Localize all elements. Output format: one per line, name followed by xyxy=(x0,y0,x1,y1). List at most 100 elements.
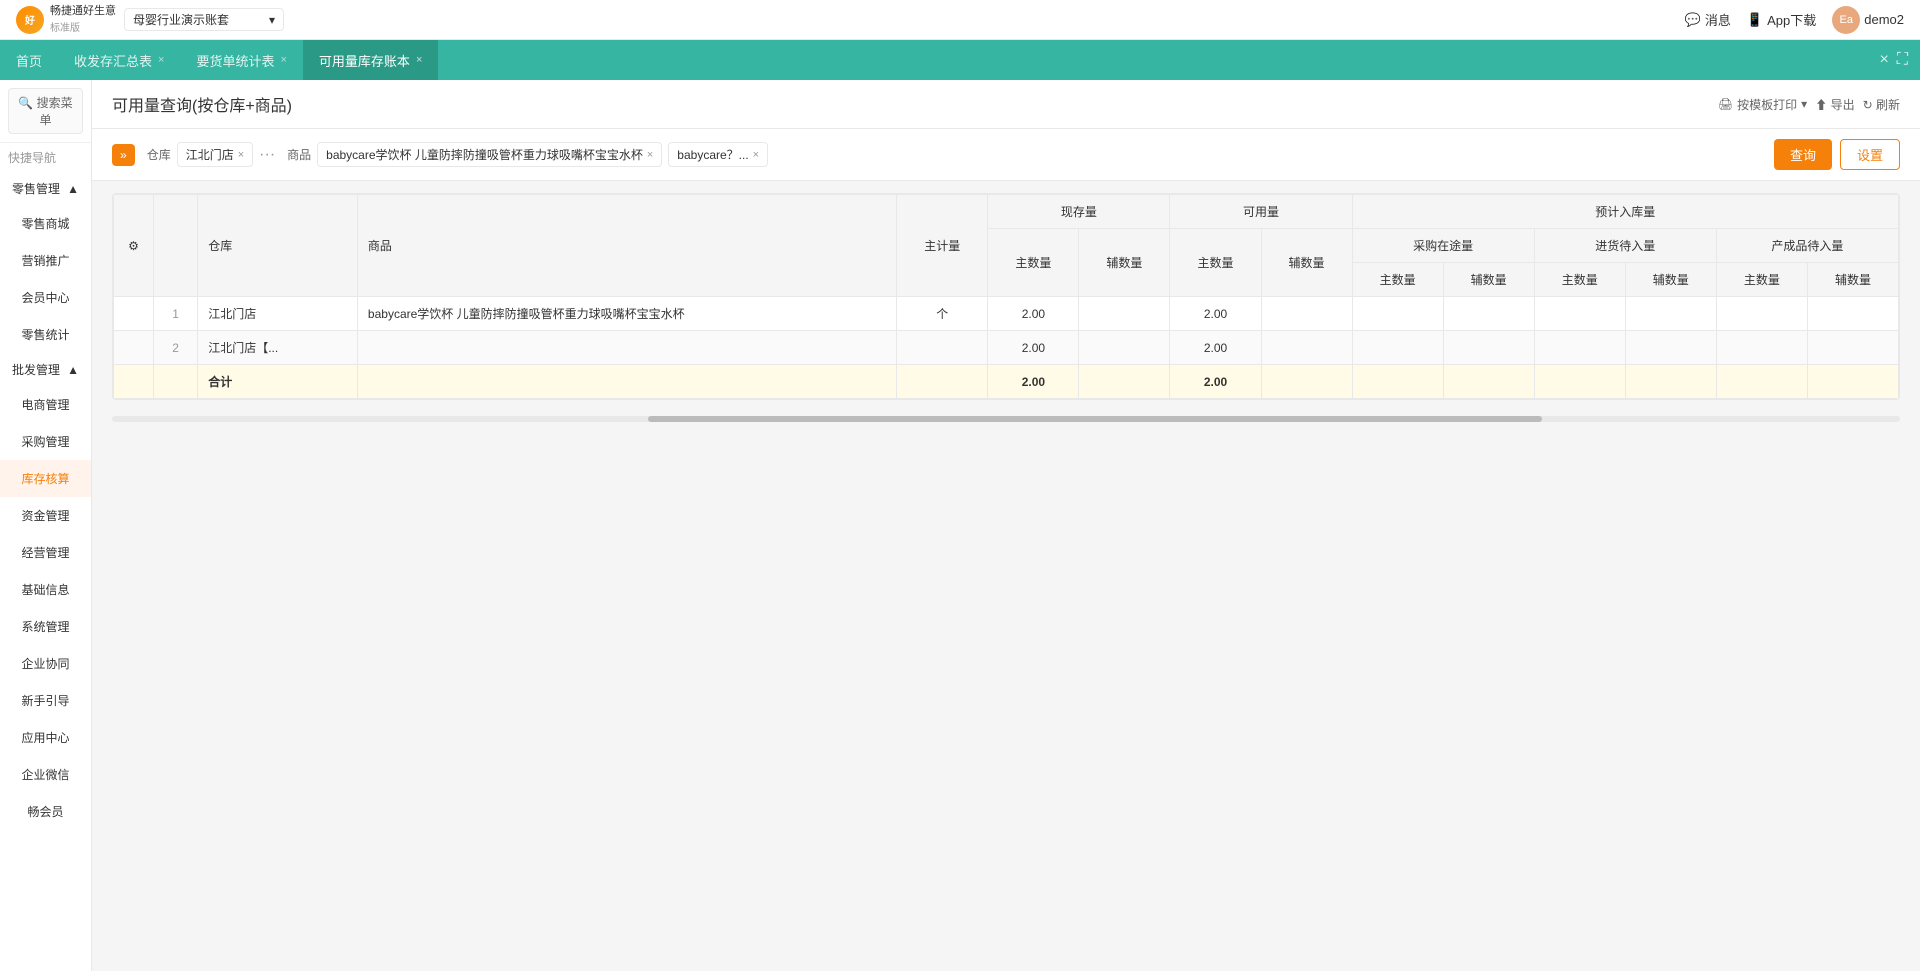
tab-close-order-stats[interactable]: × xyxy=(280,54,286,66)
sidebar-item-retail-mall[interactable]: 零售商城 xyxy=(0,205,91,242)
tab-expand-btn[interactable]: ⛶ xyxy=(1897,51,1908,69)
cell-avail-aux-1 xyxy=(1261,297,1352,331)
cell-proc-aux-2 xyxy=(1443,331,1534,365)
product-tag1-close[interactable]: × xyxy=(647,149,653,161)
th-warehouse: 仓库 xyxy=(198,195,358,297)
table-container: ⚙ 仓库 商品 主计量 现存量 可用量 预计入库量 主数量 辅数量 主数量 辅数… xyxy=(112,193,1900,400)
sidebar-item-system-mgmt[interactable]: 系统管理 xyxy=(0,608,91,645)
sidebar-item-retail-stats[interactable]: 零售统计 xyxy=(0,316,91,353)
settings-btn[interactable]: 设置 xyxy=(1840,139,1900,170)
tab-order-stats[interactable]: 要货单统计表 × xyxy=(180,40,302,80)
sidebar-item-inventory-check[interactable]: 库存核算 xyxy=(0,460,91,497)
th-available: 可用量 xyxy=(1170,195,1352,229)
sidebar-item-member-center[interactable]: 会员中心 xyxy=(0,279,91,316)
tab-close-available-stock[interactable]: × xyxy=(416,54,422,66)
query-btn[interactable]: 查询 xyxy=(1774,139,1832,170)
tab-close-receive-summary[interactable]: × xyxy=(158,54,164,66)
export-btn[interactable]: ⬆ 导出 xyxy=(1815,96,1854,113)
product-filter-label: 商品 xyxy=(287,146,311,163)
cell-unit-2 xyxy=(897,331,988,365)
refresh-btn[interactable]: ↻ 刷新 xyxy=(1863,96,1900,113)
filter-expand-btn[interactable]: » xyxy=(112,144,135,166)
tab-receive-summary[interactable]: 收发存汇总表 × xyxy=(58,40,180,80)
th-purch-aux: 辅数量 xyxy=(1625,263,1716,297)
cell-rownum-1: 1 xyxy=(154,297,198,331)
footer-label: 合计 xyxy=(198,365,358,399)
sidebar-item-purchase-mgmt[interactable]: 采购管理 xyxy=(0,423,91,460)
tab-bar: 首页 收发存汇总表 × 要货单统计表 × 可用量库存账本 × × ⛶ xyxy=(0,40,1920,80)
warehouse-tag-close[interactable]: × xyxy=(238,149,244,161)
sidebar-item-enterprise-wechat[interactable]: 企业微信 xyxy=(0,756,91,793)
cell-proc-aux-1 xyxy=(1443,297,1534,331)
top-bar: 好 畅捷通好生意 标准版 母婴行业演示账套 ▾ 💬 消息 📱 App下载 Ea … xyxy=(0,0,1920,40)
chevron-icon-2: ▲ xyxy=(67,363,79,377)
app-download-btn[interactable]: 📱 App下载 xyxy=(1747,10,1816,29)
product-tag2-close[interactable]: × xyxy=(753,149,759,161)
warehouse-filter-more[interactable]: ··· xyxy=(259,146,275,164)
th-proc-aux: 辅数量 xyxy=(1443,263,1534,297)
th-purch-main: 主数量 xyxy=(1534,263,1625,297)
industry-selector[interactable]: 母婴行业演示账套 ▾ xyxy=(124,8,284,31)
footer-settings xyxy=(114,365,154,399)
product-filter-tag2[interactable]: babycare？... × xyxy=(668,142,768,167)
sidebar-search-area: 🔍 搜索菜单 xyxy=(0,80,91,143)
template-print-btn[interactable]: 🖨 按模板打印 ▾ xyxy=(1718,96,1807,113)
footer-purch-main xyxy=(1534,365,1625,399)
phone-icon: 📱 xyxy=(1747,12,1763,28)
product-filter-group: 商品 babycare学饮杯 儿童防摔防撞吸管杯重力球吸嘴杯宝宝水杯 × bab… xyxy=(287,142,768,167)
avatar: Ea xyxy=(1832,6,1860,34)
cell-prod-main-2 xyxy=(1716,331,1807,365)
sidebar-item-wholesale-mgmt[interactable]: 批发管理 ▲ xyxy=(0,353,91,386)
sidebar-item-app-center[interactable]: 应用中心 xyxy=(0,719,91,756)
sidebar-item-ecommerce-mgmt[interactable]: 电商管理 xyxy=(0,386,91,423)
footer-purch-aux xyxy=(1625,365,1716,399)
sidebar-item-new-guide[interactable]: 新手引导 xyxy=(0,682,91,719)
sidebar-item-vip-member[interactable]: 畅会员 xyxy=(0,793,91,830)
warehouse-filter-label: 仓库 xyxy=(147,146,171,163)
horizontal-scrollbar[interactable] xyxy=(92,412,1920,426)
tab-close-all-btn[interactable]: × xyxy=(1879,51,1888,69)
cell-avail-main-1: 2.00 xyxy=(1170,297,1261,331)
export-icon: ⬆ xyxy=(1815,98,1827,112)
layout: 🔍 搜索菜单 快捷导航 零售管理 ▲ 零售商城 营销推广 会员中心 零售统计 批… xyxy=(0,80,1920,971)
message-btn[interactable]: 💬 消息 xyxy=(1685,10,1731,29)
page-title: 可用量查询(按仓库+商品) xyxy=(112,92,292,116)
sidebar-item-enterprise-collab[interactable]: 企业协同 xyxy=(0,645,91,682)
sidebar-item-retail-mgmt[interactable]: 零售管理 ▲ xyxy=(0,172,91,205)
sidebar-item-finance-mgmt[interactable]: 资金管理 xyxy=(0,497,91,534)
th-current-stock: 现存量 xyxy=(988,195,1170,229)
scrollbar-thumb[interactable] xyxy=(648,416,1542,422)
footer-unit xyxy=(897,365,988,399)
cell-purch-main-2 xyxy=(1534,331,1625,365)
warehouse-filter-tag[interactable]: 江北门店 × xyxy=(177,142,253,167)
footer-curr-main: 2.00 xyxy=(988,365,1079,399)
cell-proc-main-2 xyxy=(1352,331,1443,365)
sidebar-item-operations-mgmt[interactable]: 经营管理 xyxy=(0,534,91,571)
logo-area: 好 畅捷通好生意 标准版 xyxy=(16,5,116,33)
cell-product-1: babycare学饮杯 儿童防摔防撞吸管杯重力球吸嘴杯宝宝水杯 xyxy=(357,297,896,331)
search-icon: 🔍 xyxy=(18,96,33,110)
cell-warehouse-1: 江北门店 xyxy=(198,297,358,331)
refresh-icon: ↻ xyxy=(1863,98,1873,112)
main-content: 可用量查询(按仓库+商品) 🖨 按模板打印 ▾ ⬆ 导出 ↻ 刷新 » xyxy=(92,80,1920,971)
cell-proc-main-1 xyxy=(1352,297,1443,331)
sidebar-item-basic-info[interactable]: 基础信息 xyxy=(0,571,91,608)
cell-unit-1: 个 xyxy=(897,297,988,331)
cell-prod-aux-2 xyxy=(1807,331,1898,365)
sidebar-item-marketing[interactable]: 营销推广 xyxy=(0,242,91,279)
sidebar: 🔍 搜索菜单 快捷导航 零售管理 ▲ 零售商城 营销推广 会员中心 零售统计 批… xyxy=(0,80,92,971)
th-main-unit: 主计量 xyxy=(897,195,988,297)
user-menu[interactable]: Ea demo2 xyxy=(1832,6,1904,34)
footer-avail-aux xyxy=(1261,365,1352,399)
cell-settings-1 xyxy=(114,297,154,331)
th-current-aux: 辅数量 xyxy=(1079,229,1170,297)
cell-curr-main-2: 2.00 xyxy=(988,331,1079,365)
data-table: ⚙ 仓库 商品 主计量 现存量 可用量 预计入库量 主数量 辅数量 主数量 辅数… xyxy=(113,194,1899,399)
filter-bar: » 仓库 江北门店 × ··· 商品 babycare学饮杯 儿童防摔防撞吸管杯… xyxy=(92,129,1920,181)
sidebar-search-btn[interactable]: 🔍 搜索菜单 xyxy=(8,88,83,134)
cell-purch-aux-1 xyxy=(1625,297,1716,331)
th-settings[interactable]: ⚙ xyxy=(114,195,154,297)
product-filter-tag1[interactable]: babycare学饮杯 儿童防摔防撞吸管杯重力球吸嘴杯宝宝水杯 × xyxy=(317,142,662,167)
tab-available-stock[interactable]: 可用量库存账本 × xyxy=(303,40,438,80)
tab-home[interactable]: 首页 xyxy=(0,40,58,80)
